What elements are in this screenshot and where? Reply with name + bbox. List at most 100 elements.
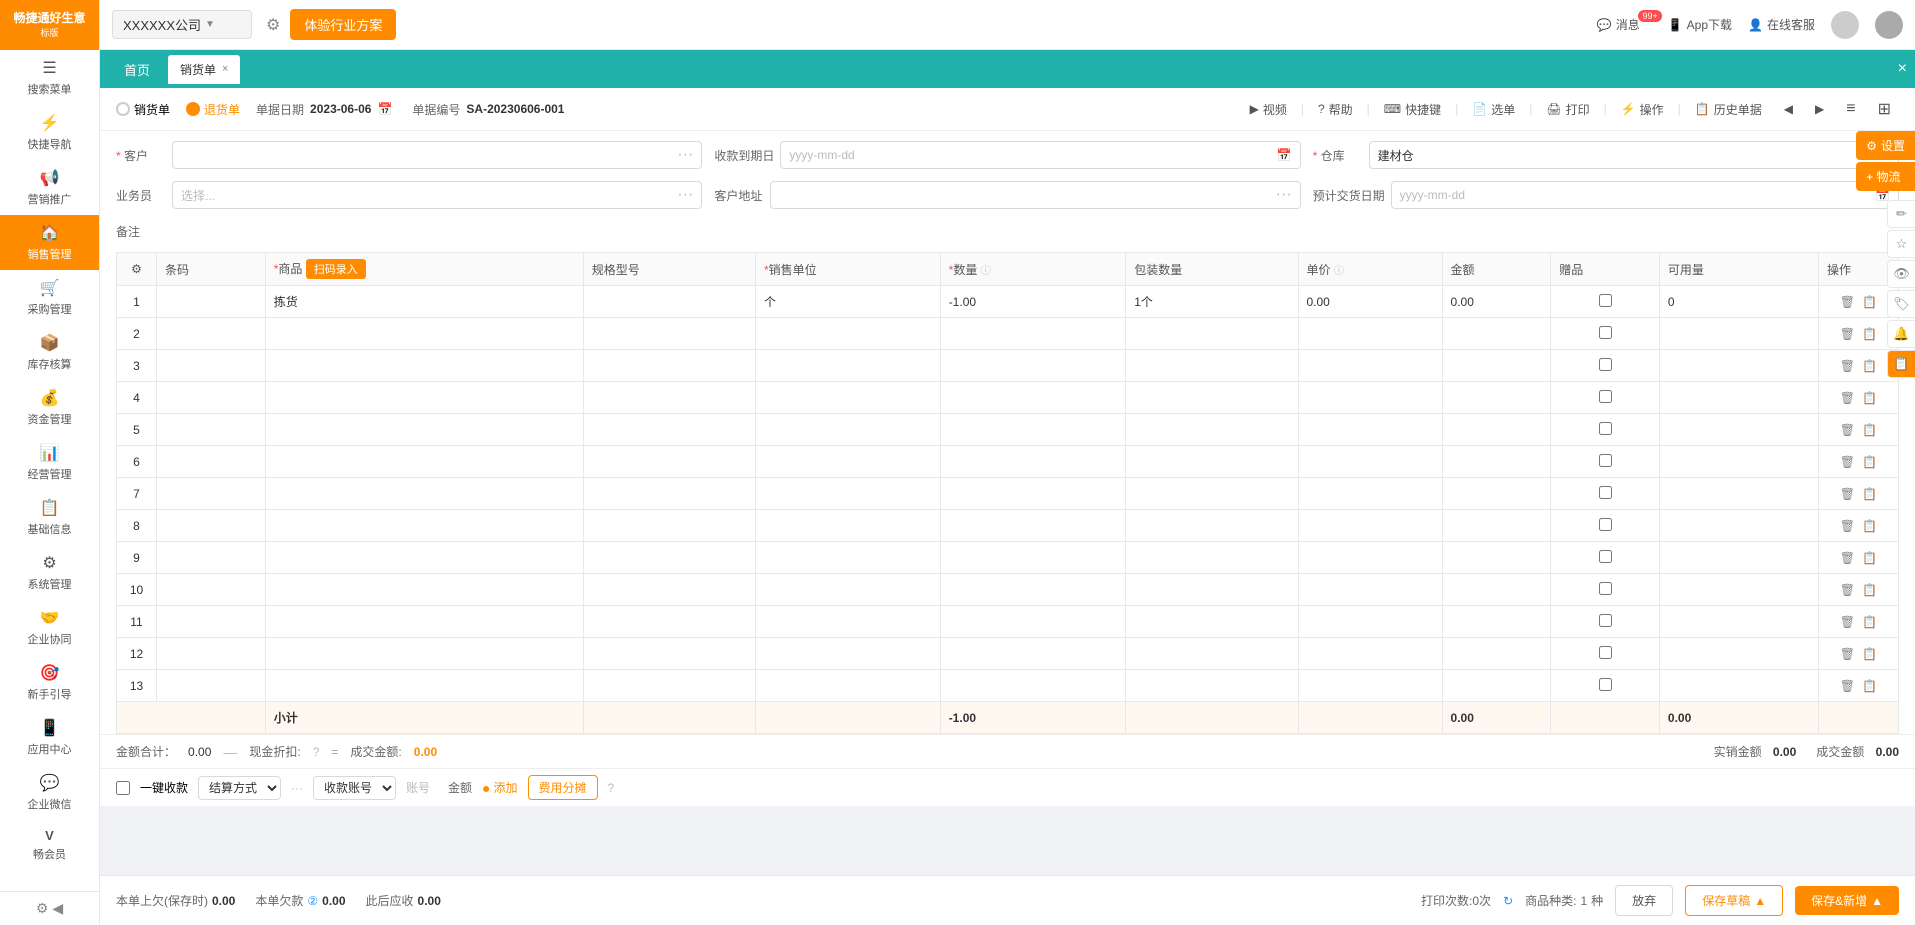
row-spec[interactable] (583, 350, 755, 382)
add-button[interactable]: ● 添加 (482, 779, 517, 796)
row-unit-price[interactable] (1298, 542, 1442, 574)
row-gift[interactable] (1551, 606, 1660, 638)
row-unit[interactable]: 个 (756, 286, 941, 318)
row-pack-qty[interactable] (1126, 350, 1298, 382)
sidebar-item-search[interactable]: ☰ 搜索菜单 (0, 50, 99, 105)
refresh-icon[interactable]: ↻ (1503, 894, 1513, 908)
row-barcode[interactable] (157, 638, 266, 670)
collapse-icon[interactable]: ◀ (52, 900, 63, 917)
copy-icon[interactable]: 📋 (1860, 581, 1879, 599)
delete-icon[interactable]: 🗑 (1838, 485, 1857, 503)
settlement-dots[interactable]: ··· (291, 781, 303, 795)
gift-checkbox[interactable] (1599, 614, 1612, 627)
row-gift[interactable] (1551, 446, 1660, 478)
sidebar-item-quick-nav[interactable]: ⚡ 快捷导航 (0, 105, 99, 160)
gift-checkbox[interactable] (1599, 422, 1612, 435)
company-selector[interactable]: XXXXXX公司 ▼ (112, 10, 252, 39)
row-goods[interactable] (265, 318, 583, 350)
row-barcode[interactable] (157, 382, 266, 414)
row-unit[interactable] (756, 414, 941, 446)
row-amount[interactable] (1442, 606, 1551, 638)
row-qty[interactable] (940, 670, 1126, 702)
row-unit[interactable] (756, 510, 941, 542)
expense-split-button[interactable]: 费用分摊 (528, 775, 598, 800)
help-btn[interactable]: ? 帮助 (1310, 98, 1361, 121)
delete-icon[interactable]: 🗑 (1838, 293, 1857, 311)
warehouse-input[interactable]: 建材仓 ··· (1369, 141, 1899, 169)
row-spec[interactable] (583, 638, 755, 670)
due-date-input[interactable]: yyyy-mm-dd 📅 (780, 141, 1300, 169)
row-pack-qty[interactable] (1126, 414, 1298, 446)
user-avatar[interactable] (1831, 11, 1859, 39)
delete-icon[interactable]: 🗑 (1838, 677, 1857, 695)
row-unit-price[interactable] (1298, 446, 1442, 478)
row-unit[interactable] (756, 350, 941, 382)
print-btn[interactable]: 🖨 打印 (1538, 98, 1597, 121)
row-gift[interactable] (1551, 286, 1660, 318)
delete-icon[interactable]: 🗑 (1838, 581, 1857, 599)
row-goods[interactable] (265, 510, 583, 542)
row-unit[interactable] (756, 574, 941, 606)
customer-input[interactable]: ··· (172, 141, 702, 169)
row-gift[interactable] (1551, 638, 1660, 670)
calendar-icon[interactable]: 📅 (377, 102, 392, 116)
next-btn[interactable]: ▶ (1807, 99, 1832, 119)
sales-order-radio[interactable]: 销货单 (116, 101, 170, 118)
row-spec[interactable] (583, 286, 755, 318)
row-amount[interactable]: 0.00 (1442, 286, 1551, 318)
row-qty[interactable] (940, 606, 1126, 638)
row-qty[interactable] (940, 350, 1126, 382)
row-amount[interactable] (1442, 350, 1551, 382)
row-unit-price[interactable] (1298, 606, 1442, 638)
operate-btn[interactable]: ⚡ 操作 (1613, 98, 1672, 121)
row-unit[interactable] (756, 606, 941, 638)
gift-checkbox[interactable] (1599, 518, 1612, 531)
row-pack-qty[interactable] (1126, 542, 1298, 574)
sidebar-item-basics[interactable]: 📋 基础信息 (0, 490, 99, 545)
copy-icon[interactable]: 📋 (1860, 485, 1879, 503)
delete-icon[interactable]: 🗑 (1838, 421, 1857, 439)
row-unit-price[interactable] (1298, 478, 1442, 510)
row-goods[interactable] (265, 350, 583, 382)
row-unit-price[interactable] (1298, 318, 1442, 350)
row-qty[interactable] (940, 318, 1126, 350)
choose-btn[interactable]: 📄 选单 (1464, 98, 1523, 121)
copy-icon[interactable]: 📋 (1860, 677, 1879, 695)
row-unit-price[interactable] (1298, 574, 1442, 606)
expected-date-input[interactable]: yyyy-mm-dd 📅 (1391, 181, 1899, 209)
delete-icon[interactable]: 🗑 (1838, 549, 1857, 567)
th-config[interactable]: ⚙ (117, 253, 157, 286)
sidebar-item-inventory[interactable]: 📦 库存核算 (0, 325, 99, 380)
row-spec[interactable] (583, 574, 755, 606)
due-date-cal-icon[interactable]: 📅 (1277, 148, 1292, 162)
row-barcode[interactable] (157, 414, 266, 446)
row-unit-price[interactable]: 0.00 (1298, 286, 1442, 318)
sidebar-item-sales[interactable]: 🏠 销售管理 (0, 215, 99, 270)
delete-icon[interactable]: 🗑 (1838, 389, 1857, 407)
sidebar-item-operations[interactable]: 📊 经营管理 (0, 435, 99, 490)
account-select[interactable]: 收款账号 (313, 776, 396, 800)
row-goods[interactable]: 拣货 (265, 286, 583, 318)
copy-icon[interactable]: 📋 (1860, 421, 1879, 439)
row-amount[interactable] (1442, 638, 1551, 670)
copy-icon[interactable]: 📋 (1860, 357, 1879, 375)
row-unit[interactable] (756, 542, 941, 574)
row-unit-price[interactable] (1298, 382, 1442, 414)
row-qty[interactable] (940, 574, 1126, 606)
row-goods[interactable] (265, 382, 583, 414)
row-barcode[interactable] (157, 286, 266, 318)
row-barcode[interactable] (157, 670, 266, 702)
row-goods[interactable] (265, 606, 583, 638)
copy-icon[interactable]: 📋 (1860, 517, 1879, 535)
row-qty[interactable] (940, 510, 1126, 542)
row-pack-qty[interactable] (1126, 510, 1298, 542)
gift-checkbox[interactable] (1599, 646, 1612, 659)
discount-help-icon[interactable]: ? (313, 745, 320, 759)
row-barcode[interactable] (157, 350, 266, 382)
row-amount[interactable] (1442, 478, 1551, 510)
row-amount[interactable] (1442, 414, 1551, 446)
sidebar-item-guide[interactable]: 🎯 新手引导 (0, 655, 99, 710)
copy-icon[interactable]: 📋 (1860, 325, 1879, 343)
row-pack-qty[interactable] (1126, 478, 1298, 510)
topbar-gear-icon[interactable]: ⚙ (266, 15, 280, 35)
